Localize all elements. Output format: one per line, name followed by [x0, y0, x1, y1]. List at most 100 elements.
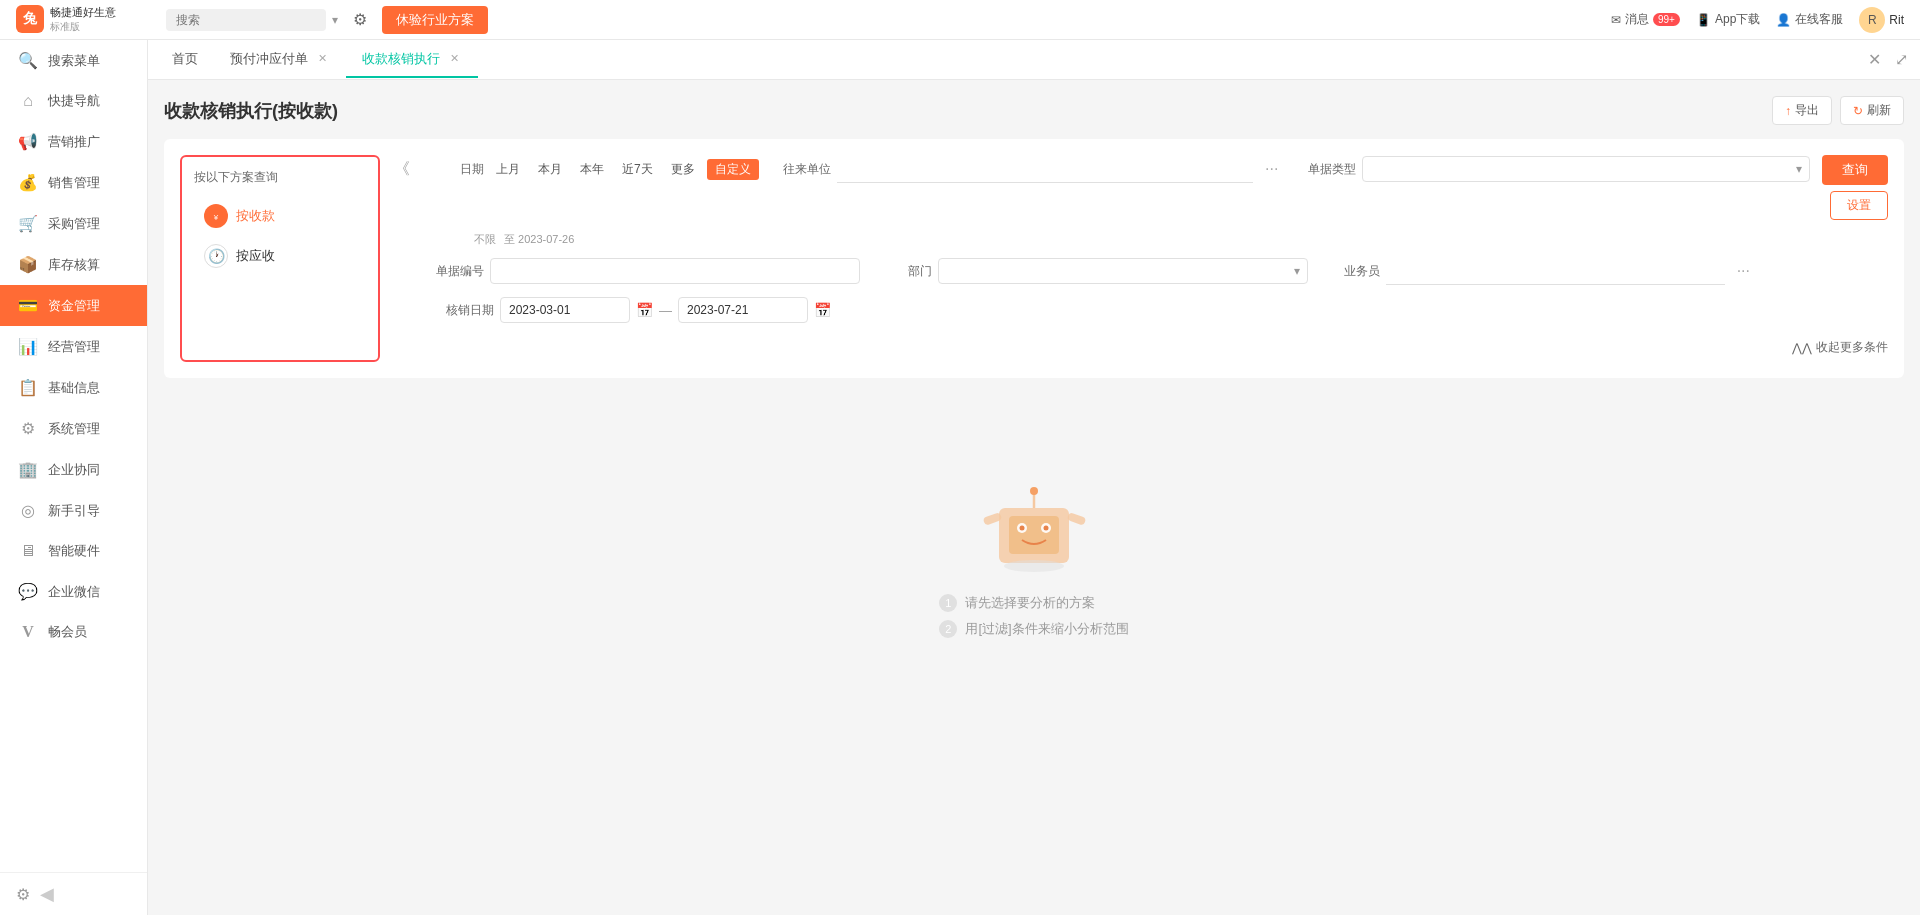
sidebar-item-member[interactable]: V 畅会员	[0, 612, 147, 652]
verify-date-from-input[interactable]	[500, 297, 630, 323]
sidebar-item-sales[interactable]: 💰 销售管理	[0, 162, 147, 203]
dept-select[interactable]	[938, 258, 1308, 284]
date-last-month[interactable]: 上月	[490, 159, 526, 180]
by-receivable-label: 按应收	[236, 247, 275, 265]
empty-hint-1-text: 请先选择要分析的方案	[965, 594, 1095, 612]
refresh-button[interactable]: ↻ 刷新	[1840, 96, 1904, 125]
filter-panel: 按以下方案查询 ¥ 按收款 🕐 按应收 《	[164, 139, 1904, 378]
message-icon: ✉	[1611, 13, 1621, 27]
tab-receipt-verify-close[interactable]: ✕	[446, 51, 462, 67]
query-action-col: 查询 设置	[1822, 155, 1888, 220]
sidebar-item-enterprise[interactable]: 🏢 企业协同	[0, 449, 147, 490]
docno-input[interactable]	[490, 258, 860, 284]
sidebar-item-label: 畅会员	[48, 623, 87, 641]
doctype-select-wrapper	[1362, 156, 1810, 182]
tab-home-label: 首页	[172, 50, 198, 68]
date-filter-cell: 日期 上月 本月 本年 近7天 更多 自定义	[424, 159, 759, 180]
svg-point-9	[1030, 487, 1038, 495]
online-service-icon: 👤	[1776, 13, 1791, 27]
verify-date-to-cal-icon[interactable]: 📅	[814, 302, 831, 318]
page-actions: ↑ 导出 ↻ 刷新	[1772, 96, 1904, 125]
search-menu-icon: 🔍	[18, 51, 38, 70]
sidebar-item-marketing[interactable]: 📢 营销推广	[0, 121, 147, 162]
header-search-area[interactable]: ▾	[166, 9, 338, 31]
date-this-year[interactable]: 本年	[574, 159, 610, 180]
empty-hint-1: 1 请先选择要分析的方案	[939, 594, 1128, 612]
query-button[interactable]: 查询	[1822, 155, 1888, 185]
tab-receipt-verify[interactable]: 收款核销执行 ✕	[346, 42, 478, 78]
header-search-input[interactable]	[166, 9, 326, 31]
verify-date-to-input[interactable]	[678, 297, 808, 323]
staff-label: 业务员	[1320, 263, 1380, 280]
tab-receipt-verify-label: 收款核销执行	[362, 50, 440, 68]
svg-text:¥: ¥	[213, 213, 219, 222]
sidebar-collapse-btn[interactable]: ◀	[40, 883, 54, 905]
query-option-by-receipt[interactable]: ¥ 按收款	[194, 196, 366, 236]
page-title-row: 收款核销执行(按收款) ↑ 导出 ↻ 刷新	[164, 96, 1904, 125]
verify-date-from-cal-icon[interactable]: 📅	[636, 302, 653, 318]
industry-solution-button[interactable]: 休验行业方案	[382, 6, 488, 34]
sidebar-settings-icon[interactable]: ⚙	[16, 885, 30, 904]
settings-icon-btn[interactable]: ⚙	[346, 6, 374, 34]
tab-bar-actions: ✕ ⤢	[1864, 46, 1912, 73]
sidebar-item-operation[interactable]: 📊 经营管理	[0, 326, 147, 367]
empty-hint-2-text: 用[过滤]条件来缩小分析范围	[965, 620, 1128, 638]
collapse-more-btn[interactable]: ⋀⋀ 收起更多条件	[424, 333, 1888, 362]
sidebar-item-fund[interactable]: 💳 资金管理	[0, 285, 147, 326]
inventory-icon: 📦	[18, 255, 38, 274]
app-name: 畅捷通好生意	[50, 5, 116, 19]
sidebar-item-system[interactable]: ⚙ 系统管理	[0, 408, 147, 449]
sidebar-item-hardware[interactable]: 🖥 智能硬件	[0, 531, 147, 571]
sidebar-item-quick-nav[interactable]: ⌂ 快捷导航	[0, 81, 147, 121]
doctype-select[interactable]	[1362, 156, 1810, 182]
counterpart-dots-btn[interactable]: ···	[1259, 156, 1284, 182]
date-more[interactable]: 更多	[665, 159, 701, 180]
svg-point-12	[1004, 560, 1064, 572]
tab-close-all-icon[interactable]: ✕	[1864, 46, 1885, 73]
staff-dots-btn[interactable]: ···	[1731, 258, 1756, 284]
collapse-panel-btn[interactable]: 《	[392, 155, 412, 362]
doctype-label: 单据类型	[1296, 161, 1356, 178]
sidebar-item-basic-info[interactable]: 📋 基础信息	[0, 367, 147, 408]
date-last-7days[interactable]: 近7天	[616, 159, 659, 180]
message-item[interactable]: ✉ 消息 99+	[1611, 11, 1680, 28]
tab-prepay-close[interactable]: ✕	[314, 51, 330, 67]
sidebar-item-search-menu[interactable]: 🔍 搜索菜单	[0, 40, 147, 81]
app-download-icon: 📱	[1696, 13, 1711, 27]
dept-label: 部门	[872, 263, 932, 280]
tab-prepay[interactable]: 预付冲应付单 ✕	[214, 42, 346, 78]
sidebar: 🔍 搜索菜单 ⌂ 快捷导航 📢 营销推广 💰 销售管理 🛒 采购管理 📦 库存核…	[0, 40, 148, 915]
collapse-more-icon: ⋀⋀	[1792, 341, 1812, 355]
date-custom[interactable]: 自定义	[707, 159, 759, 180]
docno-filter-cell: 单据编号	[424, 258, 860, 284]
system-icon: ⚙	[18, 419, 38, 438]
sidebar-item-inventory[interactable]: 📦 库存核算	[0, 244, 147, 285]
date-label: 日期	[424, 161, 484, 178]
filter-settings-button[interactable]: 设置	[1830, 191, 1888, 220]
online-service-item[interactable]: 👤 在线客服	[1776, 11, 1843, 28]
date-this-month[interactable]: 本月	[532, 159, 568, 180]
user-info-item[interactable]: R Rit	[1859, 7, 1904, 33]
sidebar-item-label: 企业微信	[48, 583, 100, 601]
app-download-label: App下载	[1715, 11, 1760, 28]
docno-label: 单据编号	[424, 263, 484, 280]
export-button[interactable]: ↑ 导出	[1772, 96, 1832, 125]
app-download-item[interactable]: 📱 App下载	[1696, 11, 1760, 28]
tab-home[interactable]: 首页	[156, 42, 214, 78]
hardware-icon: 🖥	[18, 542, 38, 560]
hint-num-2: 2	[939, 620, 957, 638]
refresh-icon: ↻	[1853, 104, 1863, 118]
sidebar-item-guide[interactable]: ◎ 新手引导	[0, 490, 147, 531]
collapse-more-label: 收起更多条件	[1816, 339, 1888, 356]
wechat-icon: 💬	[18, 582, 38, 601]
sidebar-item-label: 经营管理	[48, 338, 100, 356]
sidebar-item-wechat[interactable]: 💬 企业微信	[0, 571, 147, 612]
sidebar-item-purchase[interactable]: 🛒 采购管理	[0, 203, 147, 244]
page-title: 收款核销执行(按收款)	[164, 99, 338, 123]
guide-icon: ◎	[18, 501, 38, 520]
search-dropdown-icon[interactable]: ▾	[332, 13, 338, 27]
counterpart-label: 往来单位	[771, 161, 831, 178]
query-option-by-receivable[interactable]: 🕐 按应收	[194, 236, 366, 276]
svg-point-6	[1020, 526, 1025, 531]
tab-expand-icon[interactable]: ⤢	[1891, 46, 1912, 73]
